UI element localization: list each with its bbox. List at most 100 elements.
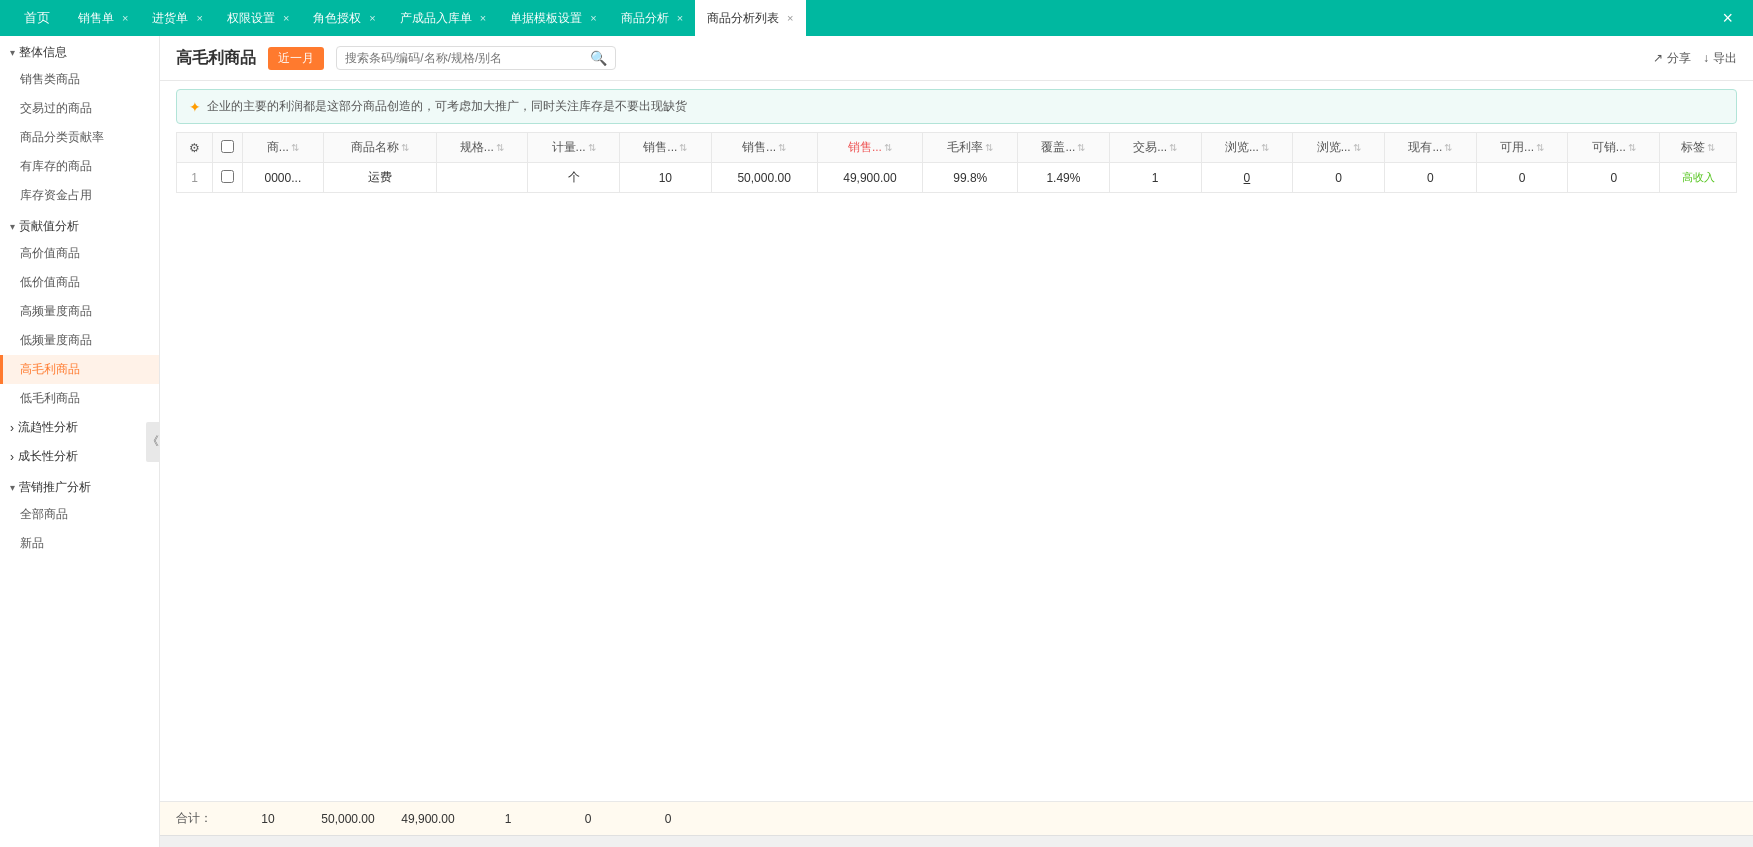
nav-home[interactable]: 首页	[8, 0, 66, 36]
nav-stock-in-close[interactable]: ×	[480, 12, 486, 24]
arrow-right-icon-2: ›	[10, 450, 14, 464]
sidebar-group-overall[interactable]: ▾ 整体信息	[0, 36, 159, 65]
footer-sales-profit: 49,900.00	[388, 812, 468, 826]
col-sales-qty[interactable]: 销售...⇅	[619, 133, 711, 163]
goods-table: ⚙ 商...⇅ 商品名称⇅ 规格...⇅ 计量...⇅ 销售...⇅ 销售...…	[176, 132, 1737, 193]
search-box[interactable]: 🔍	[336, 46, 616, 70]
footer-values: 10 50,000.00 49,900.00 1 0 0	[228, 812, 1737, 826]
row-checkbox-cell[interactable]	[213, 163, 243, 193]
sidebar-item-goods-contrib[interactable]: 商品分类贡献率	[0, 123, 159, 152]
sidebar-item-low-value[interactable]: 低价值商品	[0, 268, 159, 297]
sidebar-item-low-profit[interactable]: 低毛利商品	[0, 384, 159, 413]
arrow-down-icon: ▾	[10, 47, 15, 58]
sidebar-item-high-value[interactable]: 高价值商品	[0, 239, 159, 268]
sidebar: 《 ▾ 整体信息 销售类商品 交易过的商品 商品分类贡献率 有库存的商品 库存资…	[0, 36, 160, 847]
col-sales-amount[interactable]: 销售...⇅	[711, 133, 817, 163]
col-sales-profit[interactable]: 销售...⇅	[817, 133, 923, 163]
sidebar-item-stock-ratio[interactable]: 库存资金占用	[0, 181, 159, 210]
row-browse2: 0	[1293, 163, 1385, 193]
close-all-tabs-button[interactable]: ×	[1710, 8, 1745, 29]
content-header: 高毛利商品 近一月 🔍 ↗ 分享 ↓ 导出	[160, 36, 1753, 81]
sidebar-item-high-profit[interactable]: 高毛利商品	[0, 355, 159, 384]
col-saleable[interactable]: 可销...⇅	[1568, 133, 1660, 163]
col-browse2[interactable]: 浏览...⇅	[1293, 133, 1385, 163]
sidebar-group-marketing[interactable]: ▾ 营销推广分析	[0, 471, 159, 500]
row-sales-profit: 49,900.00	[817, 163, 923, 193]
col-code[interactable]: 商...⇅	[243, 133, 324, 163]
row-trade: 1	[1109, 163, 1201, 193]
nav-purchase-close[interactable]: ×	[196, 12, 202, 24]
share-icon: ↗	[1653, 51, 1663, 65]
col-cover[interactable]: 覆盖...⇅	[1018, 133, 1110, 163]
nav-goods-analysis-close[interactable]: ×	[677, 12, 683, 24]
page-title: 高毛利商品	[176, 48, 256, 69]
sidebar-item-sales-goods[interactable]: 销售类商品	[0, 65, 159, 94]
col-browse1[interactable]: 浏览...⇅	[1201, 133, 1293, 163]
row-available: 0	[1476, 163, 1568, 193]
info-banner: ✦ 企业的主要的利润都是这部分商品创造的，可考虑加大推广，同时关注库存是不要出现…	[176, 89, 1737, 124]
row-name: 运费	[323, 163, 436, 193]
footer-sales-qty: 10	[228, 812, 308, 826]
sidebar-item-new-goods[interactable]: 新品	[0, 529, 159, 558]
nav-goods-analysis[interactable]: 商品分析 ×	[609, 0, 695, 36]
search-icon[interactable]: 🔍	[590, 50, 607, 66]
nav-stock-in[interactable]: 产成品入库单 ×	[388, 0, 498, 36]
nav-sales-close[interactable]: ×	[122, 12, 128, 24]
content-area: 高毛利商品 近一月 🔍 ↗ 分享 ↓ 导出 ✦ 企业的主要的利润都是这部分商品创…	[160, 36, 1753, 847]
footer-sales-amount: 50,000.00	[308, 812, 388, 826]
table-footer: 合计： 10 50,000.00 49,900.00 1 0 0	[160, 801, 1753, 835]
col-spec[interactable]: 规格...⇅	[436, 133, 528, 163]
col-unit[interactable]: 计量...⇅	[528, 133, 620, 163]
row-gross-rate: 99.8%	[923, 163, 1018, 193]
sidebar-group-trend[interactable]: › 流趋性分析	[0, 413, 159, 442]
sidebar-collapse-button[interactable]: 《	[146, 422, 160, 462]
nav-role[interactable]: 角色授权 ×	[301, 0, 387, 36]
nav-goods-analysis-list-close[interactable]: ×	[787, 12, 793, 24]
col-checkbox[interactable]	[213, 133, 243, 163]
col-available[interactable]: 可用...⇅	[1476, 133, 1568, 163]
sidebar-item-all-goods[interactable]: 全部商品	[0, 500, 159, 529]
row-tag: 高收入	[1660, 163, 1737, 193]
export-icon: ↓	[1703, 51, 1709, 65]
nav-permission-close[interactable]: ×	[283, 12, 289, 24]
nav-goods-analysis-list[interactable]: 商品分析列表 ×	[695, 0, 805, 36]
table-container[interactable]: ⚙ 商...⇅ 商品名称⇅ 规格...⇅ 计量...⇅ 销售...⇅ 销售...…	[160, 132, 1753, 801]
sidebar-item-inventory-goods[interactable]: 有库存的商品	[0, 152, 159, 181]
filter-period-button[interactable]: 近一月	[268, 47, 324, 70]
footer-trade: 1	[468, 812, 548, 826]
row-unit: 个	[528, 163, 620, 193]
search-input[interactable]	[345, 51, 586, 65]
row-checkbox[interactable]	[221, 170, 234, 183]
footer-available: 0	[628, 812, 708, 826]
col-name[interactable]: 商品名称⇅	[323, 133, 436, 163]
row-code: 0000...	[243, 163, 324, 193]
col-settings[interactable]: ⚙	[177, 133, 213, 163]
horizontal-scrollbar[interactable]	[160, 835, 1753, 847]
sidebar-group-profit[interactable]: ▾ 贡献值分析	[0, 210, 159, 239]
nav-template[interactable]: 单据模板设置 ×	[498, 0, 608, 36]
nav-template-close[interactable]: ×	[590, 12, 596, 24]
header-actions: ↗ 分享 ↓ 导出	[1653, 50, 1737, 67]
sidebar-group-growth[interactable]: › 成长性分析	[0, 442, 159, 471]
nav-sales[interactable]: 销售单 ×	[66, 0, 140, 36]
export-button[interactable]: ↓ 导出	[1703, 50, 1737, 67]
col-gross-rate[interactable]: 毛利率⇅	[923, 133, 1018, 163]
footer-label: 合计：	[176, 810, 212, 827]
col-trade[interactable]: 交易...⇅	[1109, 133, 1201, 163]
sidebar-item-low-freq[interactable]: 低频量度商品	[0, 326, 159, 355]
nav-permission[interactable]: 权限设置 ×	[215, 0, 301, 36]
col-current[interactable]: 现有...⇅	[1385, 133, 1477, 163]
select-all-checkbox[interactable]	[221, 140, 234, 153]
row-spec	[436, 163, 528, 193]
col-tag[interactable]: 标签⇅	[1660, 133, 1737, 163]
row-num: 1	[177, 163, 213, 193]
sidebar-item-traded-goods[interactable]: 交易过的商品	[0, 94, 159, 123]
footer-current: 0	[548, 812, 628, 826]
sidebar-item-high-freq[interactable]: 高频量度商品	[0, 297, 159, 326]
nav-role-close[interactable]: ×	[369, 12, 375, 24]
nav-purchase[interactable]: 进货单 ×	[140, 0, 214, 36]
info-icon: ✦	[189, 99, 201, 115]
row-cover: 1.49%	[1018, 163, 1110, 193]
row-browse1[interactable]: 0	[1201, 163, 1293, 193]
share-button[interactable]: ↗ 分享	[1653, 50, 1691, 67]
